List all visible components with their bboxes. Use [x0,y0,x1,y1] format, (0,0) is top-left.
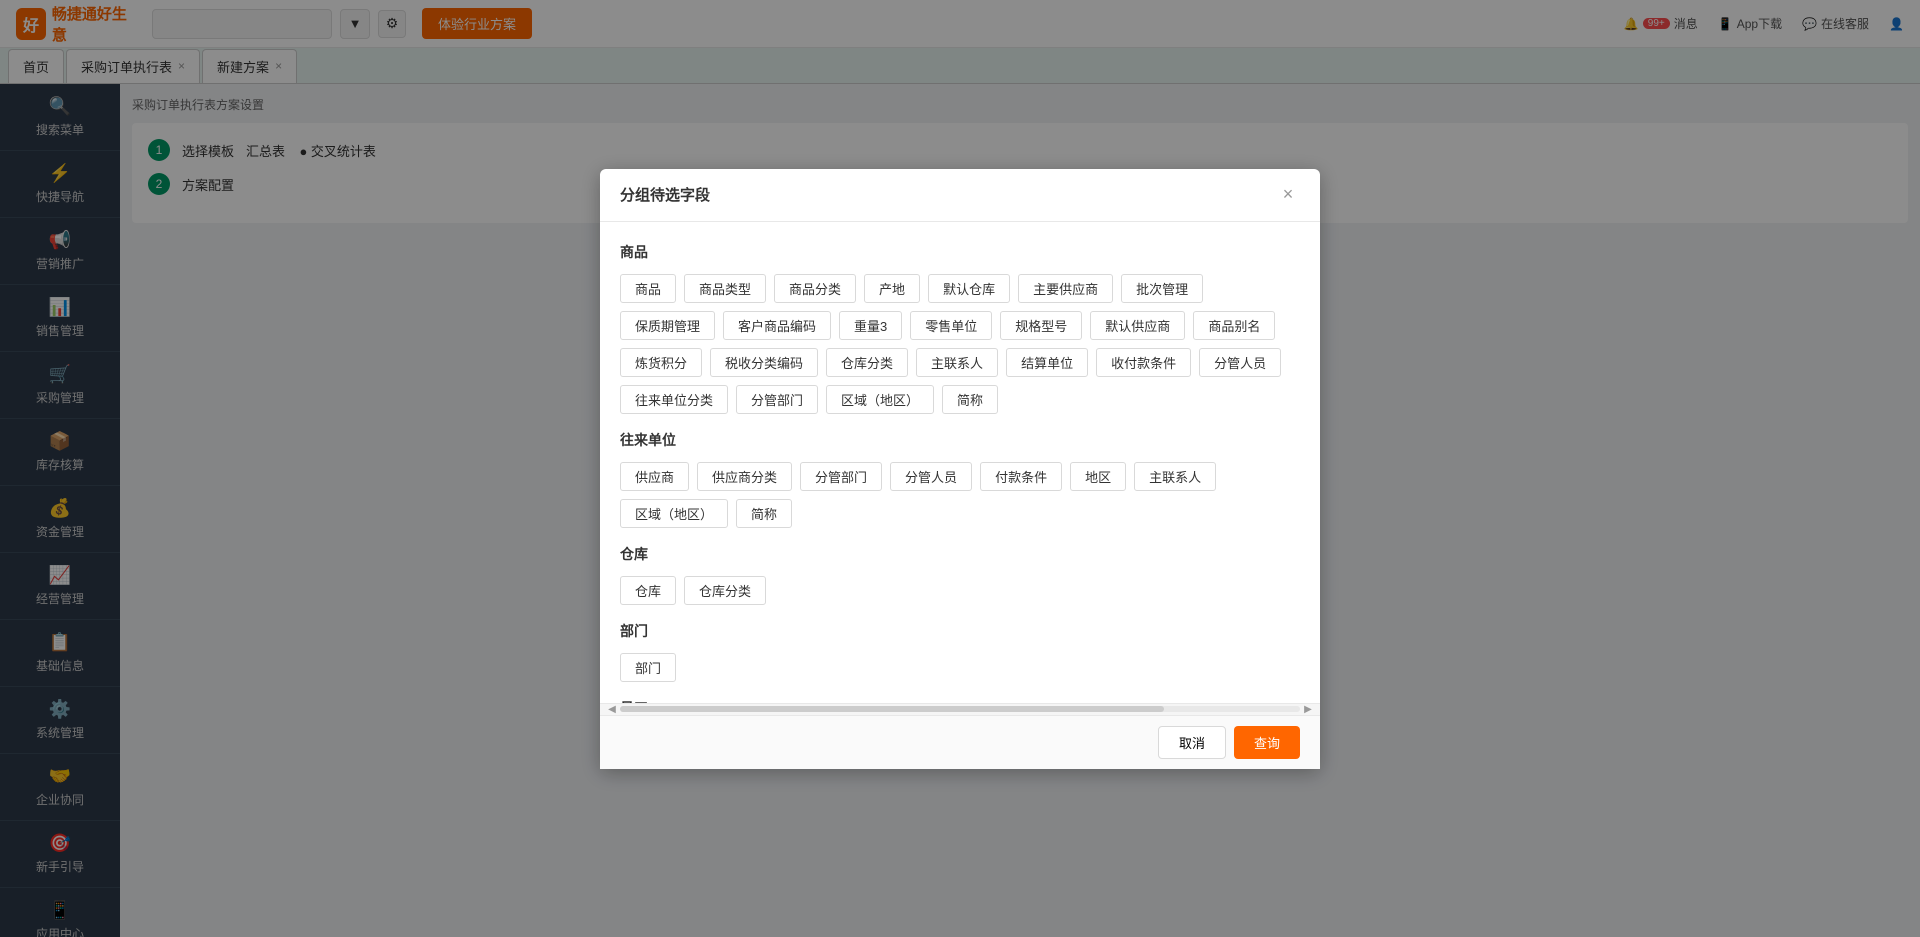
field-tag-商品别名[interactable]: 商品别名 [1193,311,1275,340]
field-tag-商品类型[interactable]: 商品类型 [684,274,766,303]
modal-title: 分组待选字段 [620,184,710,205]
field-tag-分管部门[interactable]: 分管部门 [800,462,882,491]
modal-close-button[interactable]: × [1276,183,1300,207]
section-title-department: 部门 [620,621,1300,641]
modal-backdrop: 分组待选字段 × 商品商品商品类型商品分类产地默认仓库主要供应商批次管理保质期管… [0,0,1920,937]
modal-header: 分组待选字段 × [600,169,1320,222]
field-tag-重量3[interactable]: 重量3 [839,311,902,340]
field-tag-商品分类[interactable]: 商品分类 [774,274,856,303]
field-tag-主联系人[interactable]: 主联系人 [916,348,998,377]
field-tag-产地[interactable]: 产地 [864,274,920,303]
hscroll-left-arrow[interactable]: ◀ [604,701,620,717]
section-title-goods: 商品 [620,242,1300,262]
field-select-modal: 分组待选字段 × 商品商品商品类型商品分类产地默认仓库主要供应商批次管理保质期管… [600,169,1320,769]
field-tag-分管部门[interactable]: 分管部门 [736,385,818,414]
cancel-button[interactable]: 取消 [1158,726,1226,759]
field-tag-供应商分类[interactable]: 供应商分类 [697,462,792,491]
field-tag-炼货积分[interactable]: 炼货积分 [620,348,702,377]
field-tag-简称[interactable]: 简称 [942,385,998,414]
field-tag-零售单位[interactable]: 零售单位 [910,311,992,340]
field-tag-默认供应商[interactable]: 默认供应商 [1090,311,1185,340]
field-tag-结算单位[interactable]: 结算单位 [1006,348,1088,377]
field-tag-默认仓库[interactable]: 默认仓库 [928,274,1010,303]
hscroll-track [620,706,1300,712]
section-title-warehouse: 仓库 [620,544,1300,564]
field-tag-客户商品编码[interactable]: 客户商品编码 [723,311,831,340]
field-tag-分管人员[interactable]: 分管人员 [890,462,972,491]
field-tag-规格型号[interactable]: 规格型号 [1000,311,1082,340]
field-tag-仓库[interactable]: 仓库 [620,576,676,605]
hscroll-thumb [620,706,1164,712]
field-tag-简称[interactable]: 简称 [736,499,792,528]
field-tag-税收分类编码[interactable]: 税收分类编码 [710,348,818,377]
modal-body: 商品商品商品类型商品分类产地默认仓库主要供应商批次管理保质期管理客户商品编码重量… [600,222,1320,703]
field-tag-批次管理[interactable]: 批次管理 [1121,274,1203,303]
field-grid-goods: 商品商品类型商品分类产地默认仓库主要供应商批次管理保质期管理客户商品编码重量3 零… [620,274,1300,414]
field-grid-partner: 供应商供应商分类分管部门分管人员付款条件地区主联系人区域（地区） 简称 [620,462,1300,528]
field-tag-供应商[interactable]: 供应商 [620,462,689,491]
modal-footer: 取消 查询 [600,715,1320,769]
confirm-button[interactable]: 查询 [1234,726,1300,759]
field-tag-收付款条件[interactable]: 收付款条件 [1096,348,1191,377]
field-tag-区域（地区）[interactable]: 区域（地区） [620,499,728,528]
field-tag-仓库分类[interactable]: 仓库分类 [826,348,908,377]
field-tag-部门[interactable]: 部门 [620,653,676,682]
modal-horizontal-scrollbar[interactable]: ◀ ▶ [600,703,1320,715]
field-tag-主要供应商[interactable]: 主要供应商 [1018,274,1113,303]
field-tag-保质期管理[interactable]: 保质期管理 [620,311,715,340]
field-tag-往来单位分类[interactable]: 往来单位分类 [620,385,728,414]
field-tag-分管人员[interactable]: 分管人员 [1199,348,1281,377]
field-tag-区域（地区）[interactable]: 区域（地区） [826,385,934,414]
hscroll-right-arrow[interactable]: ▶ [1300,701,1316,717]
field-grid-warehouse: 仓库仓库分类 [620,576,1300,605]
section-title-partner: 往来单位 [620,430,1300,450]
field-tag-地区[interactable]: 地区 [1070,462,1126,491]
field-tag-商品[interactable]: 商品 [620,274,676,303]
field-grid-department: 部门 [620,653,1300,682]
field-tag-付款条件[interactable]: 付款条件 [980,462,1062,491]
field-tag-主联系人[interactable]: 主联系人 [1134,462,1216,491]
field-tag-仓库分类[interactable]: 仓库分类 [684,576,766,605]
